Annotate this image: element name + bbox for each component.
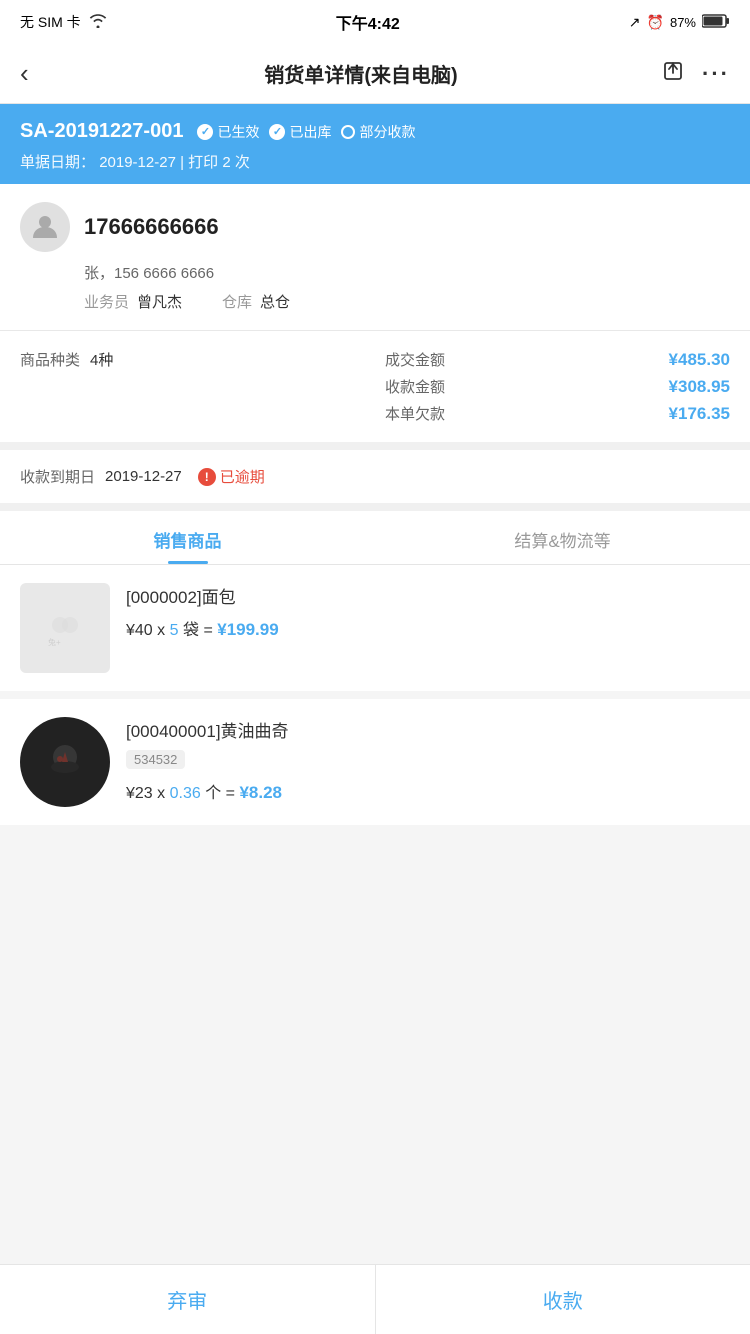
product-info: [0000002]面包 ¥40 x 5 袋 = ¥199.99 <box>126 583 730 640</box>
customer-avatar <box>20 202 70 252</box>
badge-shipped: ✓ 已出库 <box>269 122 331 142</box>
product-info: [000400001]黄油曲奇 534532 ¥23 x 0.36 个 = ¥8… <box>126 717 730 803</box>
badge-partial-payment: 部分收款 <box>341 122 415 142</box>
order-banner: SA-20191227-001 ✓ 已生效 ✓ 已出库 部分收款 单据日期： 2… <box>0 104 750 184</box>
tabs-section: 销售商品 结算&物流等 <box>0 511 750 565</box>
battery-label: 87% <box>670 15 696 30</box>
nav-actions: ··· <box>662 60 730 87</box>
no-sim-label: 无 SIM 卡 <box>20 12 81 32</box>
product-price-row: ¥23 x 0.36 个 = ¥8.28 <box>126 779 730 803</box>
overdue-text: 已逾期 <box>220 466 265 487</box>
summary-right: 成交金额 ¥485.30 收款金额 ¥308.95 本单欠款 ¥176.35 <box>385 349 730 424</box>
location-icon: ↗ <box>629 14 641 31</box>
customer-phone: 17666666666 <box>84 214 219 240</box>
customer-meta: 业务员 曾凡杰 仓库 总仓 <box>20 291 730 312</box>
deal-amount-row: 成交金额 ¥485.30 <box>385 349 730 370</box>
received-amount-row: 收款金额 ¥308.95 <box>385 376 730 397</box>
warehouse: 仓库 总仓 <box>222 291 290 312</box>
page-title: 销货单详情(来自电脑) <box>264 59 457 88</box>
overdue-icon: ! <box>198 468 216 486</box>
status-time: 下午4:42 <box>336 10 400 34</box>
product-thumbnail: 兔+ <box>20 583 110 673</box>
product-item: [000400001]黄油曲奇 534532 ¥23 x 0.36 个 = ¥8… <box>0 699 750 825</box>
status-left: 无 SIM 卡 <box>20 12 107 32</box>
product-item: 兔+ [0000002]面包 ¥40 x 5 袋 = ¥199.99 <box>0 565 750 691</box>
overdue-badge: ! 已逾期 <box>198 466 265 487</box>
product-sku: 534532 <box>126 750 185 769</box>
order-date-row: 单据日期： 2019-12-27 | 打印 2 次 <box>20 151 730 172</box>
product-list: 兔+ [0000002]面包 ¥40 x 5 袋 = ¥199.99 <box>0 565 750 906</box>
tab-settlement[interactable]: 结算&物流等 <box>375 511 750 564</box>
product-price-row: ¥40 x 5 袋 = ¥199.99 <box>126 616 730 640</box>
status-right: ↗ ⏰ 87% <box>629 14 730 31</box>
status-bar: 无 SIM 卡 下午4:42 ↗ ⏰ 87% <box>0 0 750 44</box>
tab-sales-products[interactable]: 销售商品 <box>0 511 375 564</box>
sales-person: 业务员 曾凡杰 <box>84 291 182 312</box>
share-icon[interactable] <box>662 60 684 87</box>
bottom-action-bar: 弃审 收款 <box>0 1264 750 1334</box>
product-thumbnail <box>20 717 110 807</box>
product-name: [000400001]黄油曲奇 <box>126 717 730 742</box>
summary-section: 商品种类 4种 成交金额 ¥485.30 收款金额 ¥308.95 本单欠款 ¥… <box>0 331 750 450</box>
product-kind-row: 商品种类 4种 <box>20 349 365 370</box>
product-name: [0000002]面包 <box>126 583 730 608</box>
wifi-icon <box>89 14 107 31</box>
order-id: SA-20191227-001 <box>20 120 183 143</box>
debt-amount-row: 本单欠款 ¥176.35 <box>385 403 730 424</box>
back-button[interactable]: ‹ <box>20 58 60 89</box>
nav-bar: ‹ 销货单详情(来自电脑) ··· <box>0 44 750 104</box>
summary-left: 商品种类 4种 <box>20 349 365 374</box>
battery-icon <box>702 14 730 31</box>
badge-activated: ✓ 已生效 <box>197 122 259 142</box>
order-badges: ✓ 已生效 ✓ 已出库 部分收款 <box>197 122 415 142</box>
collect-payment-button[interactable]: 收款 <box>376 1265 750 1334</box>
customer-section: 17666666666 张，156 6666 6666 业务员 曾凡杰 仓库 总… <box>0 184 750 331</box>
cancel-audit-button[interactable]: 弃审 <box>0 1265 376 1334</box>
due-section: 收款到期日 2019-12-27 ! 已逾期 <box>0 450 750 511</box>
more-icon[interactable]: ··· <box>702 61 730 87</box>
svg-text:兔+: 兔+ <box>48 637 61 647</box>
customer-name: 张，156 6666 6666 <box>20 262 730 283</box>
alarm-icon: ⏰ <box>647 14 664 31</box>
